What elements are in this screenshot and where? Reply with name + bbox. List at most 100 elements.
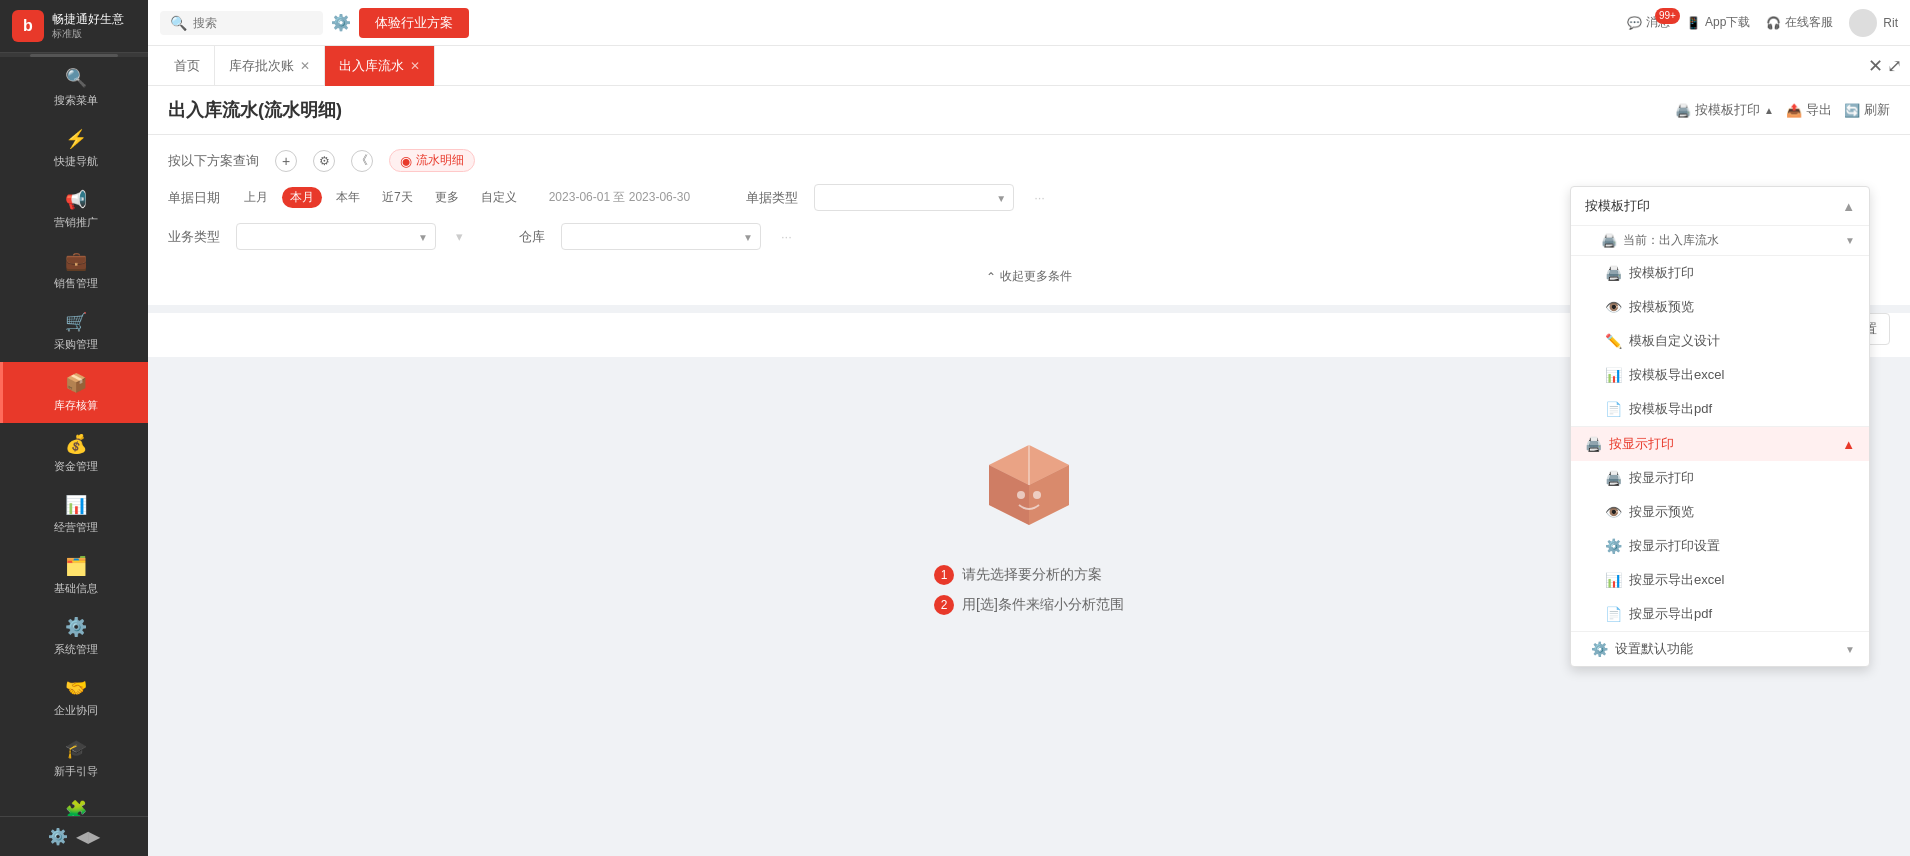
tab-inventory-batch[interactable]: 库存批次账 ✕ bbox=[215, 46, 325, 86]
display-excel-icon: 📊 bbox=[1605, 572, 1621, 588]
display-print-section-icon: 🖨️ bbox=[1585, 436, 1601, 452]
app-download-btn[interactable]: 📱 App下载 bbox=[1686, 14, 1750, 31]
template-excel-item[interactable]: 📊 按模板导出excel bbox=[1571, 358, 1869, 392]
logo-text: 畅捷通好生意 标准版 bbox=[52, 12, 124, 41]
tab-home[interactable]: 首页 bbox=[160, 46, 215, 86]
logo-icon: b bbox=[12, 10, 44, 42]
biztype-dropdown-icon[interactable]: ▾ bbox=[456, 229, 463, 244]
display-excel-item[interactable]: 📊 按显示导出excel bbox=[1571, 563, 1869, 597]
print-btn[interactable]: 🖨️ 按模板打印 ▲ bbox=[1675, 101, 1774, 119]
sidebar-item-collab[interactable]: 🤝 企业协同 bbox=[0, 667, 148, 728]
search-icon: 🔍 bbox=[170, 15, 187, 31]
sidebar-item-quicknav[interactable]: ⚡ 快捷导航 bbox=[0, 118, 148, 179]
sidebar-item-purchase[interactable]: 🛒 采购管理 bbox=[0, 301, 148, 362]
settings-bottom-btn[interactable]: ⚙️ bbox=[48, 827, 68, 846]
online-service-btn[interactable]: 🎧 在线客服 bbox=[1766, 14, 1833, 31]
date-option-thisyear[interactable]: 本年 bbox=[328, 187, 368, 208]
money-icon: 💰 bbox=[65, 433, 87, 455]
display-preview-item[interactable]: 👁️ 按显示预览 bbox=[1571, 495, 1869, 529]
sidebar-item-sales[interactable]: 💼 销售管理 bbox=[0, 240, 148, 301]
page-header: 出入库流水(流水明细) 🖨️ 按模板打印 ▲ 📤 导出 🔄 刷新 bbox=[148, 86, 1910, 135]
display-pdf-item[interactable]: 📄 按显示导出pdf bbox=[1571, 597, 1869, 631]
empty-steps: 1 请先选择要分析的方案 2 用[选]条件来缩小分析范围 bbox=[934, 565, 1124, 615]
warehouse-select[interactable] bbox=[561, 223, 761, 250]
date-option-lastmonth[interactable]: 上月 bbox=[236, 187, 276, 208]
refresh-btn[interactable]: 🔄 刷新 bbox=[1844, 101, 1890, 119]
sidebar-item-base[interactable]: 🗂️ 基础信息 bbox=[0, 545, 148, 606]
default-func-item[interactable]: ⚙️ 设置默认功能 ▼ bbox=[1571, 632, 1869, 666]
message-btn[interactable]: 💬 消息 99+ bbox=[1627, 14, 1670, 31]
tab-bar-actions: ✕ ⤢ bbox=[1868, 55, 1910, 77]
date-option-last7[interactable]: 近7天 bbox=[374, 187, 421, 208]
maximize-tab-btn[interactable]: ⤢ bbox=[1887, 55, 1902, 77]
topbar-gear-icon[interactable]: ⚙️ bbox=[331, 13, 351, 32]
warehouse-more-btn[interactable]: ··· bbox=[781, 229, 792, 244]
empty-illustration bbox=[969, 425, 1089, 545]
add-filter-btn[interactable]: + bbox=[275, 150, 297, 172]
puzzle-icon: 🧩 bbox=[65, 799, 87, 816]
date-option-more[interactable]: 更多 bbox=[427, 187, 467, 208]
display-print-item[interactable]: 🖨️ 按显示打印 bbox=[1571, 461, 1869, 495]
search-input[interactable] bbox=[193, 16, 313, 30]
warehouse-label: 仓库 bbox=[519, 228, 545, 246]
close-tab-inventory-batch[interactable]: ✕ bbox=[300, 59, 310, 73]
sidebar-item-finance[interactable]: 💰 资金管理 bbox=[0, 423, 148, 484]
template-pdf-item[interactable]: 📄 按模板导出pdf bbox=[1571, 392, 1869, 426]
filter-scheme-label: 按以下方案查询 bbox=[168, 152, 259, 170]
megaphone-icon: 📢 bbox=[65, 189, 87, 211]
display-print-section-header[interactable]: 🖨️ 按显示打印 ▲ bbox=[1571, 427, 1869, 461]
sidebar-item-marketing[interactable]: 📢 营销推广 bbox=[0, 179, 148, 240]
excel-icon: 📊 bbox=[1605, 367, 1621, 383]
sidebar-item-guide[interactable]: 🎓 新手引导 bbox=[0, 728, 148, 789]
template-preview-item[interactable]: 👁️ 按模板预览 bbox=[1571, 290, 1869, 324]
export-icon: 📤 bbox=[1786, 103, 1802, 118]
display-settings-icon: ⚙️ bbox=[1605, 538, 1621, 554]
tab-bar: 首页 库存批次账 ✕ 出入库流水 ✕ ✕ ⤢ bbox=[148, 46, 1910, 86]
industry-btn[interactable]: 体验行业方案 bbox=[359, 8, 469, 38]
settings-filter-btn[interactable]: ⚙ bbox=[313, 150, 335, 172]
template-print-item[interactable]: 🖨️ 按模板打印 bbox=[1571, 256, 1869, 290]
sidebar-item-operations[interactable]: 📊 经营管理 bbox=[0, 484, 148, 545]
svg-point-5 bbox=[1017, 491, 1025, 499]
sidebar-nav: 🔍 搜索菜单 ⚡ 快捷导航 📢 营销推广 💼 销售管理 🛒 采购管理 📦 bbox=[0, 57, 148, 816]
close-tab-btn[interactable]: ✕ bbox=[1868, 55, 1883, 77]
page-title: 出入库流水(流水明细) bbox=[168, 98, 342, 122]
export-btn[interactable]: 📤 导出 bbox=[1786, 101, 1832, 119]
collapse-filter-btn[interactable]: 《 bbox=[351, 150, 373, 172]
print-dropdown-title: 按模板打印 bbox=[1585, 197, 1650, 215]
date-range-display: 2023-06-01 至 2023-06-30 bbox=[549, 189, 690, 206]
message-icon: 💬 bbox=[1627, 16, 1642, 30]
print-dropdown-collapse-btn[interactable]: ▲ bbox=[1842, 199, 1855, 214]
page-actions: 🖨️ 按模板打印 ▲ 📤 导出 🔄 刷新 bbox=[1675, 101, 1890, 119]
cart-icon: 🛒 bbox=[65, 311, 87, 333]
tab-inout-flow[interactable]: 出入库流水 ✕ bbox=[325, 46, 435, 86]
lightning-icon: ⚡ bbox=[65, 128, 87, 150]
template-custom-item[interactable]: ✏️ 模板自定义设计 bbox=[1571, 324, 1869, 358]
current-icon: 🖨️ bbox=[1601, 233, 1617, 248]
doctype-select-wrap bbox=[814, 184, 1014, 211]
content-area: 出入库流水(流水明细) 🖨️ 按模板打印 ▲ 📤 导出 🔄 刷新 bbox=[148, 86, 1910, 856]
topbar-search-box[interactable]: 🔍 bbox=[160, 11, 323, 35]
date-option-custom[interactable]: 自定义 bbox=[473, 187, 525, 208]
preview-icon: 👁️ bbox=[1605, 299, 1621, 315]
handshake-icon: 🤝 bbox=[65, 677, 87, 699]
biztype-select[interactable] bbox=[236, 223, 436, 250]
sidebar-item-system[interactable]: ⚙️ 系统管理 bbox=[0, 606, 148, 667]
biztype-label: 业务类型 bbox=[168, 228, 220, 246]
user-avatar-area[interactable]: Rit bbox=[1849, 9, 1898, 37]
empty-step-2: 2 用[选]条件来缩小分析范围 bbox=[934, 595, 1124, 615]
active-filter-chip[interactable]: ◉ 流水明细 bbox=[389, 149, 475, 172]
display-settings-item[interactable]: ⚙️ 按显示打印设置 bbox=[1571, 529, 1869, 563]
close-tab-inout-flow[interactable]: ✕ bbox=[410, 59, 420, 73]
main-area: 🔍 ⚙️ 体验行业方案 💬 消息 99+ 📱 App下载 🎧 在线客服 bbox=[148, 0, 1910, 856]
date-option-thismonth[interactable]: 本月 bbox=[282, 187, 322, 208]
sidebar-item-search[interactable]: 🔍 搜索菜单 bbox=[0, 57, 148, 118]
sidebar-item-inventory[interactable]: 📦 库存核算 bbox=[0, 362, 148, 423]
printer-icon: 🖨️ bbox=[1605, 265, 1621, 281]
chart-icon: 📊 bbox=[65, 494, 87, 516]
collapse-sidebar-btn[interactable]: ◀▶ bbox=[76, 827, 100, 846]
doctype-more-btn[interactable]: ··· bbox=[1034, 190, 1045, 205]
svg-point-6 bbox=[1033, 491, 1041, 499]
sidebar-item-appcenter[interactable]: 🧩 应用中心 bbox=[0, 789, 148, 816]
doctype-select[interactable] bbox=[814, 184, 1014, 211]
